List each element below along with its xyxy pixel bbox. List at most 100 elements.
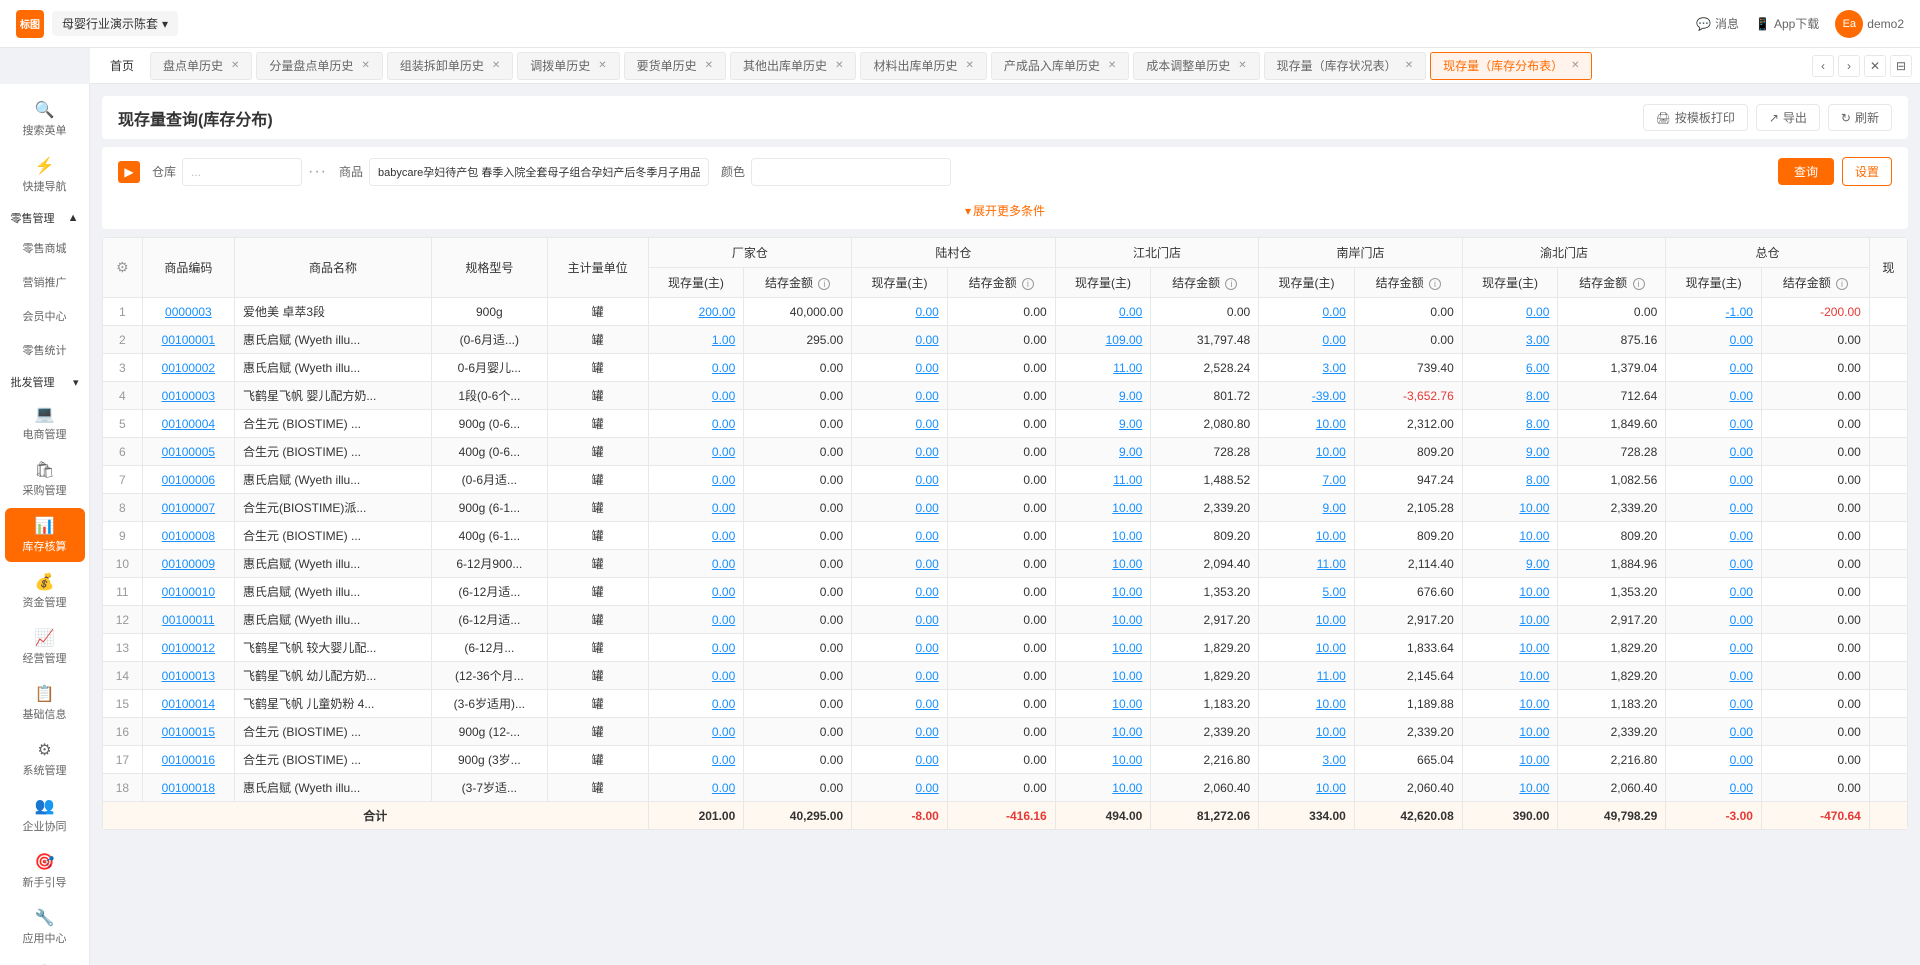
row-total-amt: 0.00 — [1761, 606, 1869, 634]
tab-assembly[interactable]: 组装拆卸单历史✕ — [387, 52, 513, 80]
sidebar-item-guide[interactable]: 🎯 新手引导 — [5, 844, 85, 898]
tab-other-out[interactable]: 其他出库单历史✕ — [730, 52, 856, 80]
table-row: 6 00100005 合生元 (BIOSTIME) ... 400g (0-6.… — [103, 438, 1908, 466]
sidebar-item-collab[interactable]: 👥 企业协同 — [5, 788, 85, 842]
sidebar-group-retail[interactable]: 零售管理 ▲ — [7, 204, 83, 232]
row-code: 00100013 — [142, 662, 234, 690]
tab-cost-adjust[interactable]: 成本调整单历史✕ — [1133, 52, 1259, 80]
tab-prev-button[interactable]: ‹ — [1812, 55, 1834, 77]
product-input[interactable] — [369, 158, 709, 186]
chevron-down-small-icon: ▾ — [965, 204, 971, 218]
row-num: 14 — [103, 662, 143, 690]
settings-button[interactable]: 设置 — [1842, 157, 1892, 186]
tab-stock-dist[interactable]: 现存量（库存分布表）✕ — [1430, 52, 1592, 80]
row-current — [1869, 550, 1907, 578]
row-lucun-amt: 0.00 — [947, 410, 1055, 438]
expand-arrow-button[interactable]: ▶ — [118, 161, 140, 183]
sidebar-item-ecommerce[interactable]: 💻 电商管理 — [5, 396, 85, 450]
row-yubei-amt: 1,849.60 — [1558, 410, 1666, 438]
refresh-button[interactable]: ↻ 刷新 — [1828, 104, 1892, 131]
sidebar-item-system[interactable]: ⚙ 系统管理 — [5, 732, 85, 786]
tab-partial-inventory[interactable]: 分量盘点单历史✕ — [256, 52, 382, 80]
row-unit: 罐 — [547, 718, 648, 746]
table-summary-row: 合计 201.00 40,295.00 -8.00 -416.16 494.00… — [103, 802, 1908, 830]
user-item[interactable]: Ea demo2 — [1835, 10, 1904, 38]
tab-close-all-button[interactable]: ✕ — [1864, 55, 1886, 77]
row-unit: 罐 — [547, 410, 648, 438]
sidebar-group-wholesale[interactable]: 批发管理 ▾ — [7, 368, 83, 396]
logo-area: 标图 — [16, 10, 44, 38]
row-jiangbei-amt: 2,339.20 — [1151, 718, 1259, 746]
tab-stock-status[interactable]: 现存量（库存状况表）✕ — [1264, 52, 1426, 80]
table-row: 18 00100018 惠氏启赋 (Wyeth illu... (3-7岁适..… — [103, 774, 1908, 802]
row-nanan-qty: -39.00 — [1259, 382, 1355, 410]
row-code: 00100009 — [142, 550, 234, 578]
row-unit: 罐 — [547, 662, 648, 690]
row-lucun-qty: 0.00 — [852, 634, 948, 662]
tab-transfer[interactable]: 调拨单历史✕ — [517, 52, 619, 80]
row-factory-amt: 0.00 — [744, 522, 852, 550]
username: demo2 — [1867, 17, 1904, 31]
row-total-qty: 0.00 — [1666, 774, 1762, 802]
tab-expand-button[interactable]: ⊟ — [1890, 55, 1912, 77]
row-nanan-qty: 10.00 — [1259, 774, 1355, 802]
tab-home[interactable]: 首页 — [98, 52, 146, 80]
table-row: 15 00100014 飞鹤星飞帆 儿童奶粉 4... (3-6岁适用)... … — [103, 690, 1908, 718]
color-input[interactable] — [751, 158, 951, 186]
ecommerce-icon: 💻 — [9, 404, 81, 424]
sidebar-item-marketing[interactable]: 营销推广 — [7, 266, 83, 298]
sidebar-item-base[interactable]: 📋 基础信息 — [5, 676, 85, 730]
guide-icon: 🎯 — [9, 852, 81, 872]
print-button[interactable]: 🖨 按模板打印 — [1643, 104, 1748, 131]
row-yubei-amt: 1,082.56 — [1558, 466, 1666, 494]
app-download-item[interactable]: 📱 App下载 — [1755, 15, 1819, 32]
sidebar-item-mall[interactable]: 零售商城 — [7, 232, 83, 264]
col-settings-header[interactable]: ⚙ — [103, 238, 143, 298]
sidebar-item-inventory[interactable]: 📊 库存核算 — [5, 508, 85, 562]
row-nanan-amt: 676.60 — [1354, 578, 1462, 606]
row-total-amt: 0.00 — [1761, 634, 1869, 662]
tab-purchase-order[interactable]: 要货单历史✕ — [624, 52, 726, 80]
export-button[interactable]: ↗ 导出 — [1756, 104, 1820, 131]
row-factory-qty: 1.00 — [648, 326, 744, 354]
warehouse-input[interactable] — [182, 158, 302, 186]
tab-inventory-history[interactable]: 盘点单历史✕ — [150, 52, 252, 80]
row-yubei-qty: 10.00 — [1462, 634, 1558, 662]
row-unit: 罐 — [547, 354, 648, 382]
expand-conditions-button[interactable]: ▾ 展开更多条件 — [965, 202, 1045, 219]
row-lucun-qty: 0.00 — [852, 410, 948, 438]
row-nanan-qty: 0.00 — [1259, 298, 1355, 326]
tab-next-button[interactable]: › — [1838, 55, 1860, 77]
sidebar-item-purchase[interactable]: 🛍 采购管理 — [5, 452, 85, 506]
row-total-qty: -1.00 — [1666, 298, 1762, 326]
row-total-qty: 0.00 — [1666, 466, 1762, 494]
sidebar-item-member[interactable]: 会员中心 — [7, 300, 83, 332]
tab-material-out[interactable]: 材料出库单历史✕ — [860, 52, 986, 80]
table-row: 13 00100012 飞鹤星飞帆 较大婴儿配... (6-12月... 罐 0… — [103, 634, 1908, 662]
row-lucun-qty: 0.00 — [852, 494, 948, 522]
table-row: 16 00100015 合生元 (BIOSTIME) ... 900g (12-… — [103, 718, 1908, 746]
search-button[interactable]: 查询 — [1778, 158, 1834, 185]
product-field: 商品 — [339, 158, 709, 186]
row-lucun-qty: 0.00 — [852, 326, 948, 354]
sidebar-item-finance[interactable]: 💰 资金管理 — [5, 564, 85, 618]
sidebar-item-search[interactable]: 🔍 搜索英单 — [5, 92, 85, 146]
sidebar-item-wechat[interactable]: 💬 企业微信 — [5, 956, 85, 965]
row-lucun-qty: 0.00 — [852, 298, 948, 326]
row-unit: 罐 — [547, 746, 648, 774]
sidebar-item-nav[interactable]: ⚡ 快捷导航 — [5, 148, 85, 202]
row-yubei-qty: 10.00 — [1462, 690, 1558, 718]
row-code: 00100004 — [142, 410, 234, 438]
row-yubei-amt: 712.64 — [1558, 382, 1666, 410]
sidebar-item-apps[interactable]: 🔧 应用中心 — [5, 900, 85, 954]
message-item[interactable]: 💬 消息 — [1696, 15, 1739, 32]
warehouse-ellipsis-button[interactable]: ··· — [308, 163, 327, 181]
row-jiangbei-amt: 2,094.40 — [1151, 550, 1259, 578]
sidebar-item-ops[interactable]: 📈 经营管理 — [5, 620, 85, 674]
sidebar-item-retail-stats[interactable]: 零售统计 — [7, 334, 83, 366]
row-factory-amt: 0.00 — [744, 438, 852, 466]
company-select[interactable]: 母婴行业演示陈套 ▾ — [52, 11, 178, 36]
tab-product-in[interactable]: 产成品入库单历史✕ — [991, 52, 1129, 80]
row-lucun-amt: 0.00 — [947, 522, 1055, 550]
row-name: 惠氏启赋 (Wyeth illu... — [234, 578, 431, 606]
